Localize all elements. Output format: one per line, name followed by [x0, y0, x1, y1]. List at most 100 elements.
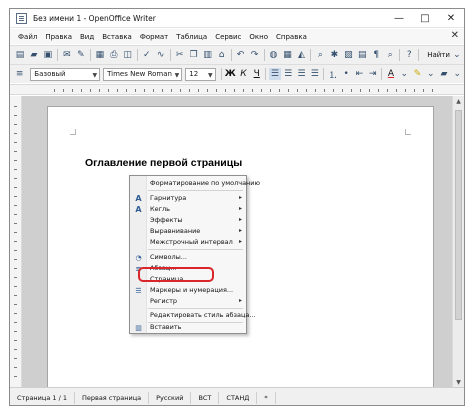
paste-icon[interactable]: ▥: [202, 49, 214, 61]
menu-item-line-spacing[interactable]: Межстрочный интервал ▸: [130, 237, 246, 248]
menu-item-bullets-numbering[interactable]: ☰ Маркеры и нумерация...: [130, 285, 246, 296]
maximize-button[interactable]: □: [412, 9, 438, 28]
show-draw-icon[interactable]: ◭: [295, 49, 307, 61]
font-color-dropdown-icon[interactable]: ⌄: [399, 68, 410, 80]
menu-item-font-size[interactable]: A Кегль ▸: [130, 204, 246, 215]
close-document-button[interactable]: ✕: [451, 30, 459, 41]
window-controls: — □ ✕: [386, 9, 464, 28]
toolbar-separator: [418, 49, 420, 61]
find-replace-icon[interactable]: ⌕: [314, 49, 326, 61]
menu-item-character[interactable]: ◔ Символы...: [130, 252, 246, 263]
nonprinting-chars-icon[interactable]: ¶: [370, 49, 382, 61]
status-page[interactable]: Страница 1 / 1: [10, 391, 75, 404]
horizontal-ruler[interactable]: [10, 84, 464, 95]
zoom-icon[interactable]: ⌕: [384, 49, 396, 61]
status-page-style[interactable]: Первая страница: [75, 391, 150, 404]
menu-item-label: Эффекты: [150, 216, 183, 224]
format-paintbrush-icon[interactable]: ⌂: [216, 49, 228, 61]
bold-button[interactable]: Ж: [225, 68, 236, 80]
spellcheck-icon[interactable]: ✓: [141, 49, 153, 61]
menu-item-paste[interactable]: ▥ Вставить: [130, 322, 246, 333]
font-size-icon: A: [135, 205, 142, 214]
menu-item-label: Вставить: [150, 323, 182, 331]
menu-item-label: Редактировать стиль абзаца...: [150, 311, 256, 319]
autospell-icon[interactable]: ∿: [155, 49, 167, 61]
menu-edit[interactable]: Правка: [41, 33, 76, 41]
highlighting-icon[interactable]: ✎: [412, 68, 423, 80]
save-icon[interactable]: ▣: [42, 49, 54, 61]
menu-tools[interactable]: Сервис: [211, 33, 245, 41]
navigator-icon[interactable]: ✱: [328, 49, 340, 61]
export-pdf-icon[interactable]: ▦: [94, 49, 106, 61]
status-insert-mode[interactable]: ВСТ: [191, 391, 220, 404]
scrollbar-thumb[interactable]: [455, 110, 462, 320]
find-toolbar-options-icon[interactable]: ⌄: [451, 49, 463, 61]
gallery-icon[interactable]: ▨: [342, 49, 354, 61]
toolbar-separator: [136, 49, 138, 61]
new-document-icon[interactable]: ▤: [14, 49, 26, 61]
menu-item-default-formatting[interactable]: Форматирование по умолчанию: [130, 178, 260, 189]
chevron-right-icon: ▸: [238, 216, 242, 223]
vertical-scrollbar[interactable]: ▲ ▼: [452, 96, 464, 387]
highlighting-dropdown-icon[interactable]: ⌄: [425, 68, 436, 80]
menu-help[interactable]: Справка: [272, 33, 311, 41]
menu-item-edit-paragraph-style[interactable]: Редактировать стиль абзаца...: [130, 310, 256, 321]
status-language[interactable]: Русский: [149, 391, 192, 404]
numbering-icon[interactable]: ⒈: [327, 68, 338, 81]
undo-icon[interactable]: ↶: [235, 49, 247, 61]
menu-file[interactable]: Файл: [14, 33, 41, 41]
cut-icon[interactable]: ✂: [174, 49, 186, 61]
find-label[interactable]: Найти: [427, 51, 450, 59]
email-icon[interactable]: ✉: [61, 49, 73, 61]
increase-indent-icon[interactable]: ⇥: [367, 68, 378, 80]
print-icon[interactable]: ⎙: [108, 49, 120, 61]
justify-icon[interactable]: ☰: [309, 68, 320, 80]
datasources-icon[interactable]: ▤: [356, 49, 368, 61]
redo-icon[interactable]: ↷: [249, 49, 261, 61]
context-menu: Форматирование по умолчанию A Гарнитура …: [129, 175, 260, 334]
font-name-select[interactable]: Times New Roman ▼: [103, 67, 183, 81]
menu-window[interactable]: Окно: [245, 33, 272, 41]
menu-item-effects[interactable]: Эффекты ▸: [130, 215, 246, 226]
scroll-up-icon[interactable]: ▲: [453, 96, 464, 106]
menu-item-font[interactable]: A Гарнитура ▸: [130, 193, 246, 204]
help-icon[interactable]: ?: [403, 49, 415, 61]
align-left-icon[interactable]: ☰: [269, 68, 281, 80]
menu-insert[interactable]: Вставка: [98, 33, 136, 41]
toolbar-separator: [169, 49, 171, 61]
decrease-indent-icon[interactable]: ⇤: [354, 68, 365, 80]
font-size-select[interactable]: 12 ▼: [185, 67, 216, 81]
edit-file-icon[interactable]: ✎: [75, 49, 87, 61]
menu-item-alignment[interactable]: Выравнивание ▸: [130, 226, 246, 237]
toolbar-separator: [230, 49, 232, 61]
menu-view[interactable]: Вид: [76, 33, 98, 41]
table-icon[interactable]: ▦: [281, 49, 293, 61]
document-heading[interactable]: Оглавление первой страницы: [85, 157, 242, 169]
bullets-icon: ☰: [135, 286, 142, 295]
underline-button[interactable]: Ч: [251, 68, 262, 80]
italic-button[interactable]: К: [238, 68, 249, 80]
bullets-icon[interactable]: •: [341, 68, 352, 80]
scroll-down-icon[interactable]: ▼: [453, 377, 464, 387]
styles-formatting-icon[interactable]: ≡: [14, 68, 25, 80]
copy-icon[interactable]: ❐: [188, 49, 200, 61]
menu-item-case[interactable]: Регистр ▸: [130, 296, 246, 307]
paragraph-style-select[interactable]: Базовый ▼: [30, 67, 101, 81]
print-preview-icon[interactable]: ◫: [122, 49, 134, 61]
open-folder-icon[interactable]: ▰: [28, 49, 40, 61]
hyperlink-icon[interactable]: ◍: [268, 49, 280, 61]
menu-format[interactable]: Формат: [136, 33, 172, 41]
formatting-options-icon[interactable]: ⌄: [452, 68, 463, 80]
align-center-icon[interactable]: ☰: [283, 68, 294, 80]
clear-format-icon: [134, 179, 143, 188]
background-color-icon[interactable]: ▰: [438, 68, 449, 80]
menu-table[interactable]: Таблица: [172, 33, 211, 41]
close-button[interactable]: ✕: [438, 9, 464, 28]
minimize-button[interactable]: —: [386, 9, 412, 28]
vertical-ruler[interactable]: [10, 96, 22, 387]
menu-item-label: Регистр: [150, 297, 178, 305]
font-color-icon[interactable]: A: [385, 68, 396, 80]
status-selection-mode[interactable]: СТАНД: [219, 391, 258, 404]
paste-icon: ▥: [135, 323, 142, 332]
align-right-icon[interactable]: ☰: [296, 68, 307, 80]
